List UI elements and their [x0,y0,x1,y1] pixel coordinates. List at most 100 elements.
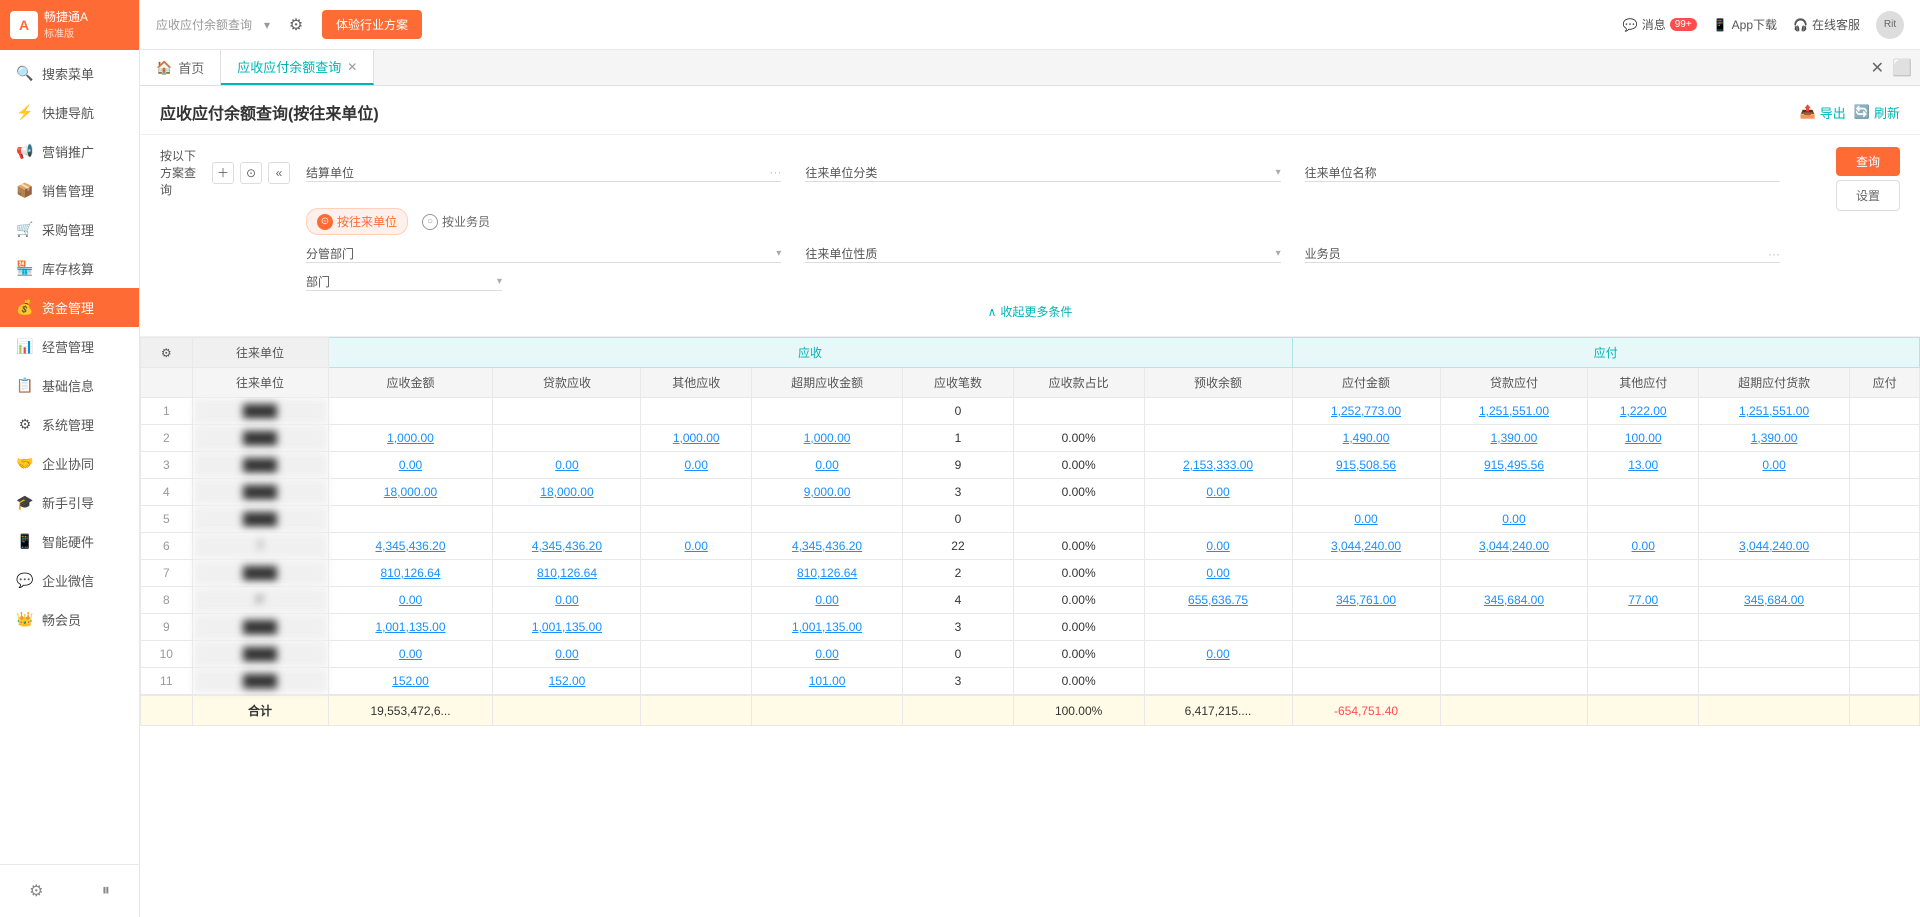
td-ap_amount[interactable]: 1,490.00 [1292,425,1440,452]
td-ap_loan[interactable]: 1,251,551.00 [1440,398,1588,425]
cell-link[interactable]: 0.00 [555,593,578,607]
td-ap_amount[interactable]: 1,252,773.00 [1292,398,1440,425]
td-ap_other[interactable]: 0.00 [1588,533,1698,560]
cell-link[interactable]: 18,000.00 [384,485,437,499]
td-ap_overdue[interactable]: 345,684.00 [1698,587,1849,614]
cell-link[interactable]: 0.00 [1206,566,1229,580]
td-ar_prepay[interactable] [1144,506,1292,533]
sidebar-item-营销推广[interactable]: 📢营销推广 [0,132,139,171]
cell-link[interactable]: 0.00 [815,458,838,472]
td-ar_prepay[interactable]: 0.00 [1144,641,1292,668]
td-ap_other[interactable]: 77.00 [1588,587,1698,614]
td-ap_loan[interactable] [1440,560,1588,587]
cell-link[interactable]: 1,251,551.00 [1479,404,1549,418]
td-ar_amount[interactable]: 810,126.64 [328,560,493,587]
td-ap_loan[interactable] [1440,479,1588,506]
cell-link[interactable]: 0.00 [815,647,838,661]
cell-link[interactable]: 0.00 [399,458,422,472]
td-ap_amount[interactable]: 0.00 [1292,506,1440,533]
td-ar_amount[interactable]: 1,001,135.00 [328,614,493,641]
cell-link[interactable]: 2,153,333.00 [1183,458,1253,472]
cell-link[interactable]: 810,126.64 [797,566,857,580]
td-ar_prepay[interactable] [1144,425,1292,452]
td-ar_other[interactable]: 0.00 [641,452,751,479]
tab-close-window-btn[interactable]: ✕ [1871,58,1884,78]
filter-department-arrow[interactable]: ▾ [497,276,502,287]
td-ap_loan[interactable] [1440,614,1588,641]
cell-link[interactable]: 0.00 [1502,512,1525,526]
filter-dept-arrow[interactable]: ▾ [776,248,781,259]
td-ar_amount[interactable]: 0.00 [328,587,493,614]
cell-link[interactable]: 0.00 [399,593,422,607]
cell-link[interactable]: 1,490.00 [1343,431,1390,445]
cell-link[interactable]: 152.00 [549,674,586,688]
td-ap_amount[interactable]: 345,761.00 [1292,587,1440,614]
setting-btn[interactable]: 设置 [1836,180,1900,211]
td-ar_amount[interactable]: 4,345,436.20 [328,533,493,560]
cell-link[interactable]: 9,000.00 [804,485,851,499]
header-online-service-btn[interactable]: 🎧 在线客服 [1793,16,1860,33]
td-ar_prepay[interactable]: 2,153,333.00 [1144,452,1292,479]
td-ar_amount[interactable] [328,506,493,533]
cell-link[interactable]: 1,251,551.00 [1739,404,1809,418]
cell-link[interactable]: 0.00 [1206,539,1229,553]
td-ap_other[interactable] [1588,641,1698,668]
cell-link[interactable]: 0.00 [555,458,578,472]
td-ar_amount[interactable]: 18,000.00 [328,479,493,506]
td-ap_overdue[interactable]: 1,251,551.00 [1698,398,1849,425]
header-dropdown-btn[interactable]: ▾ [264,18,270,32]
td-ar_overdue[interactable] [751,506,902,533]
td-ap_overdue[interactable]: 3,044,240.00 [1698,533,1849,560]
td-ap_overdue[interactable] [1698,506,1849,533]
td-ar_loan[interactable]: 810,126.64 [493,560,641,587]
td-ar_loan[interactable]: 0.00 [493,587,641,614]
filter-partner-type-arrow[interactable]: ▾ [1276,167,1281,178]
td-ap_overdue[interactable]: 0.00 [1698,452,1849,479]
cell-link[interactable]: 0.00 [1354,512,1377,526]
td-ar_overdue[interactable]: 0.00 [751,641,902,668]
cell-link[interactable]: 915,495.56 [1484,458,1544,472]
cell-link[interactable]: 4,345,436.20 [375,539,445,553]
td-ar_other[interactable] [641,479,751,506]
cell-link[interactable]: 0.00 [685,458,708,472]
sidebar-item-资金管理[interactable]: 💰资金管理 [0,288,139,327]
cell-link[interactable]: 18,000.00 [540,485,593,499]
td-ap_other[interactable] [1588,668,1698,696]
cell-link[interactable]: 810,126.64 [537,566,597,580]
export-btn[interactable]: 📤 导出 [1800,103,1846,122]
td-ap_loan[interactable]: 3,044,240.00 [1440,533,1588,560]
cell-link[interactable]: 0.00 [1206,485,1229,499]
td-ar_overdue[interactable]: 810,126.64 [751,560,902,587]
td-ar_overdue[interactable]: 1,001,135.00 [751,614,902,641]
td-ar_other[interactable] [641,614,751,641]
cell-link[interactable]: 1,390.00 [1751,431,1798,445]
filter-salesperson-dots[interactable]: ··· [1768,247,1780,261]
td-ap_amount[interactable] [1292,479,1440,506]
td-ar_loan[interactable] [493,425,641,452]
sidebar-item-系统管理[interactable]: ⚙系统管理 [0,405,139,444]
sidebar-item-销售管理[interactable]: 📦销售管理 [0,171,139,210]
td-ar_other[interactable] [641,506,751,533]
cell-link[interactable]: 0.00 [685,539,708,553]
cell-link[interactable]: 0.00 [555,647,578,661]
sidebar-collapse-btn[interactable]: ⏸ [94,874,118,908]
cell-link[interactable]: 655,636.75 [1188,593,1248,607]
cell-link[interactable]: 1,001,135.00 [792,620,862,634]
td-ar_loan[interactable]: 18,000.00 [493,479,641,506]
td-ar_other[interactable]: 1,000.00 [641,425,751,452]
td-ap_overdue[interactable]: 1,390.00 [1698,425,1849,452]
tab-maximize-btn[interactable]: ⬜ [1892,58,1912,78]
td-ap_loan[interactable] [1440,668,1588,696]
td-ap_other[interactable] [1588,506,1698,533]
cell-link[interactable]: 100.00 [1625,431,1662,445]
cell-link[interactable]: 1,390.00 [1491,431,1538,445]
cell-link[interactable]: 101.00 [809,674,846,688]
sidebar-item-搜索菜单[interactable]: 🔍搜索菜单 [0,54,139,93]
td-ar_prepay[interactable]: 0.00 [1144,533,1292,560]
table-settings-icon[interactable]: ⚙ [161,346,172,360]
td-ap_amount[interactable] [1292,614,1440,641]
td-ar_amount[interactable]: 1,000.00 [328,425,493,452]
td-ar_overdue[interactable]: 4,345,436.20 [751,533,902,560]
sidebar-item-采购管理[interactable]: 🛒采购管理 [0,210,139,249]
cell-link[interactable]: 345,761.00 [1336,593,1396,607]
